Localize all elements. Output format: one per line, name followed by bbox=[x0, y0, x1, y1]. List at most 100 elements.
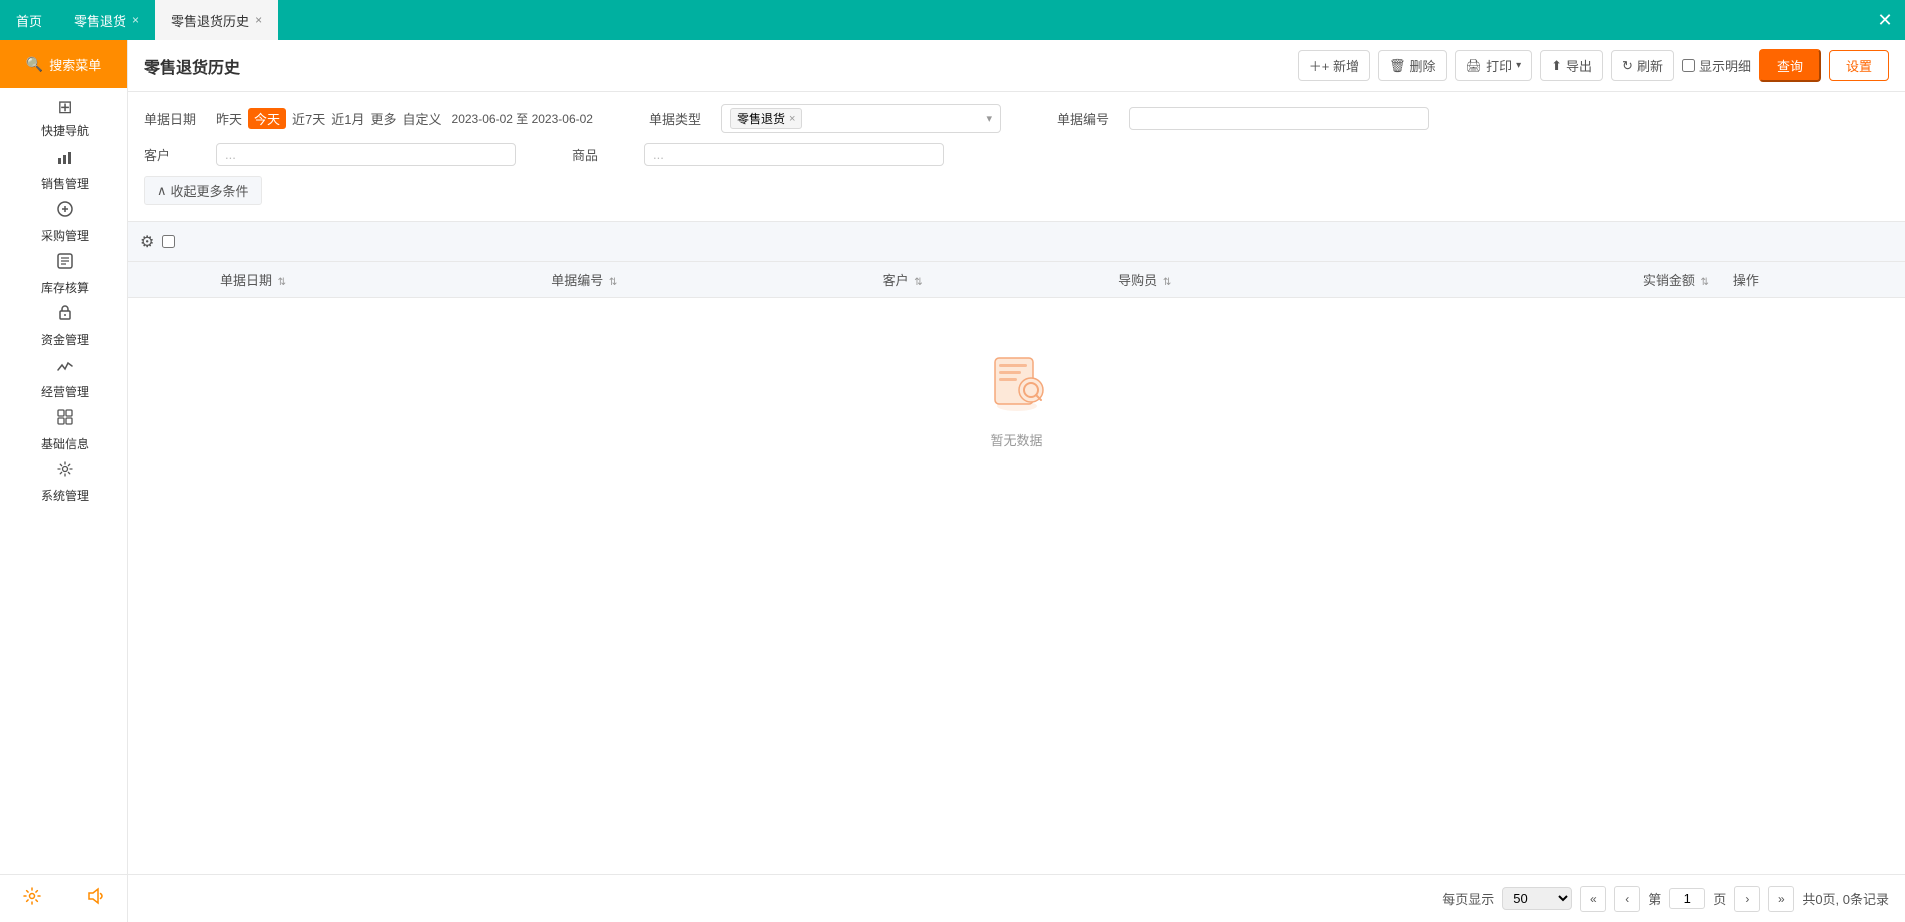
search-icon: 🔍 bbox=[26, 56, 43, 73]
show-detail-checkbox[interactable] bbox=[1682, 59, 1695, 72]
type-tag: 零售退货 × bbox=[730, 108, 802, 129]
th-number[interactable]: 单据编号 ⇅ bbox=[539, 262, 870, 298]
th-date[interactable]: 单据日期 ⇅ bbox=[208, 262, 539, 298]
next-page-button[interactable]: › bbox=[1734, 886, 1760, 912]
tab-retail-return-history[interactable]: 零售退货历史 × bbox=[155, 0, 278, 40]
doc-number-input[interactable] bbox=[1129, 107, 1429, 130]
tab-list: 首页 零售退货 × 零售退货历史 × bbox=[0, 0, 1865, 40]
tab-close-retail-return[interactable]: × bbox=[132, 13, 139, 27]
print-button[interactable]: 🖨 打印 ▾ bbox=[1455, 50, 1533, 81]
table-area: ⚙ 单据日期 ⇅ 单据编号 bbox=[128, 222, 1905, 922]
type-tags: 零售退货 × bbox=[730, 108, 802, 129]
th-customer[interactable]: 客户 ⇅ bbox=[871, 262, 1107, 298]
collapse-row: ∧ 收起更多条件 bbox=[144, 176, 1889, 213]
date-btn-more[interactable]: 更多 bbox=[371, 109, 397, 128]
sort-amount-icon: ⇅ bbox=[1701, 277, 1709, 288]
sidebar-item-quick-nav[interactable]: ⊞ 快捷导航 bbox=[0, 92, 127, 144]
sidebar-menu: ⊞ 快捷导航 销售管理 采购管理 库存核算 bbox=[0, 88, 127, 874]
pagination: 每页显示 50 10 20 100 « ‹ 第 页 › bbox=[128, 874, 1905, 922]
filter-row-1: 单据日期 昨天 今天 近7天 近1月 更多 自定义 2023-06-02 至 2… bbox=[144, 104, 1889, 133]
tab-close-retail-return-history[interactable]: × bbox=[255, 13, 262, 27]
setting-button[interactable]: 设置 bbox=[1829, 50, 1889, 81]
table-container: 单据日期 ⇅ 单据编号 ⇅ 客户 ⇅ bbox=[128, 262, 1905, 874]
quick-nav-icon: ⊞ bbox=[57, 97, 72, 118]
page-label: 第 bbox=[1648, 889, 1661, 908]
basic-info-icon bbox=[56, 408, 74, 431]
export-button[interactable]: ⬆ 导出 bbox=[1540, 50, 1603, 81]
delete-button[interactable]: 🗑 删除 bbox=[1378, 50, 1447, 81]
print-chevron-icon: ▾ bbox=[1516, 60, 1521, 71]
sidebar-item-sales-mgmt[interactable]: 销售管理 bbox=[0, 144, 127, 196]
table-header-row: 单据日期 ⇅ 单据编号 ⇅ 客户 ⇅ bbox=[128, 262, 1905, 298]
customer-filter-input[interactable]: ... bbox=[216, 143, 516, 166]
inventory-icon bbox=[56, 252, 74, 275]
main-layout: 🔍 搜索菜单 ⊞ 快捷导航 销售管理 采购管理 bbox=[0, 40, 1905, 922]
volume-icon[interactable] bbox=[85, 886, 105, 911]
date-btn-yesterday[interactable]: 昨天 bbox=[216, 109, 242, 128]
th-guide[interactable]: 导购员 ⇅ bbox=[1106, 262, 1389, 298]
select-all-checkbox[interactable] bbox=[162, 235, 175, 248]
new-button[interactable]: ＋ + 新增 bbox=[1298, 50, 1370, 81]
date-btn-custom[interactable]: 自定义 bbox=[403, 109, 442, 128]
empty-state: 暂无数据 bbox=[128, 298, 1905, 489]
date-range-display: 2023-06-02 至 2023-06-02 bbox=[452, 110, 593, 127]
column-settings-icon[interactable]: ⚙ bbox=[140, 232, 154, 252]
sort-customer-icon: ⇅ bbox=[914, 277, 922, 288]
type-select-chevron: ▾ bbox=[986, 112, 992, 125]
purchase-icon bbox=[56, 200, 74, 223]
collapse-button[interactable]: ∧ 收起更多条件 bbox=[144, 176, 262, 205]
empty-icon bbox=[977, 338, 1057, 418]
page-title: 零售退货历史 bbox=[144, 54, 240, 78]
system-icon bbox=[56, 460, 74, 483]
date-filter-label: 单据日期 bbox=[144, 109, 200, 128]
show-detail-checkbox-label[interactable]: 显示明细 bbox=[1682, 56, 1751, 75]
sidebar-item-purchase-mgmt[interactable]: 采购管理 bbox=[0, 196, 127, 248]
date-btn-7days[interactable]: 近7天 bbox=[292, 109, 325, 128]
operations-icon bbox=[56, 356, 74, 379]
filter-section: 单据日期 昨天 今天 近7天 近1月 更多 自定义 2023-06-02 至 2… bbox=[128, 92, 1905, 222]
tag-close-icon[interactable]: × bbox=[789, 113, 795, 125]
settings-bottom-icon[interactable] bbox=[22, 886, 42, 911]
last-page-button[interactable]: » bbox=[1768, 886, 1794, 912]
th-checkbox bbox=[168, 262, 208, 298]
sidebar-search[interactable]: 🔍 搜索菜单 bbox=[0, 40, 127, 88]
export-icon: ⬆ bbox=[1551, 58, 1562, 74]
sidebar-item-operations[interactable]: 经营管理 bbox=[0, 352, 127, 404]
goods-filter-input[interactable]: ... bbox=[644, 143, 944, 166]
sales-icon bbox=[56, 148, 74, 171]
sort-number-icon: ⇅ bbox=[609, 277, 617, 288]
th-amount[interactable]: 实销金额 ⇅ bbox=[1390, 262, 1721, 298]
prev-page-button[interactable]: ‹ bbox=[1614, 886, 1640, 912]
first-page-button[interactable]: « bbox=[1580, 886, 1606, 912]
window-close-button[interactable]: ✕ bbox=[1865, 0, 1905, 40]
sidebar-item-system-mgmt[interactable]: 系统管理 bbox=[0, 456, 127, 508]
collapse-arrow-icon: ∧ bbox=[157, 183, 167, 199]
th-settings bbox=[128, 262, 168, 298]
query-button[interactable]: 查询 bbox=[1759, 49, 1821, 82]
sort-guide-icon: ⇅ bbox=[1163, 277, 1171, 288]
per-page-label: 每页显示 bbox=[1442, 889, 1494, 908]
sidebar-item-inventory[interactable]: 库存核算 bbox=[0, 248, 127, 300]
content-area: 零售退货历史 ＋ + 新增 🗑 删除 🖨 打印 ▾ ⬆ 导出 bbox=[128, 40, 1905, 922]
date-btn-today[interactable]: 今天 bbox=[248, 108, 286, 129]
page-unit: 页 bbox=[1713, 889, 1726, 908]
header-actions: ＋ + 新增 🗑 删除 🖨 打印 ▾ ⬆ 导出 ↻ bbox=[1298, 49, 1889, 82]
customer-filter-label: 客户 bbox=[144, 145, 200, 164]
per-page-select[interactable]: 50 10 20 100 bbox=[1502, 887, 1572, 910]
filter-row-2: 客户 ... 商品 ... bbox=[144, 143, 1889, 166]
tab-retail-return[interactable]: 零售退货 × bbox=[58, 0, 155, 40]
date-filter-buttons: 昨天 今天 近7天 近1月 更多 自定义 2023-06-02 至 2023-0… bbox=[216, 108, 593, 129]
sidebar-item-basic-info[interactable]: 基础信息 bbox=[0, 404, 127, 456]
sidebar-item-finance[interactable]: 资金管理 bbox=[0, 300, 127, 352]
type-filter-select[interactable]: 零售退货 × ▾ bbox=[721, 104, 1001, 133]
table-toolbar: ⚙ bbox=[128, 222, 1905, 262]
sort-date-icon: ⇅ bbox=[278, 277, 286, 288]
tab-home[interactable]: 首页 bbox=[0, 0, 58, 40]
top-bar: 首页 零售退货 × 零售退货历史 × ✕ bbox=[0, 0, 1905, 40]
refresh-button[interactable]: ↻ 刷新 bbox=[1611, 50, 1674, 81]
sidebar: 🔍 搜索菜单 ⊞ 快捷导航 销售管理 采购管理 bbox=[0, 40, 128, 922]
date-btn-1month[interactable]: 近1月 bbox=[331, 109, 364, 128]
delete-icon: 🗑 bbox=[1389, 58, 1406, 74]
page-header: 零售退货历史 ＋ + 新增 🗑 删除 🖨 打印 ▾ ⬆ 导出 bbox=[128, 40, 1905, 92]
page-number-input[interactable] bbox=[1669, 888, 1705, 909]
